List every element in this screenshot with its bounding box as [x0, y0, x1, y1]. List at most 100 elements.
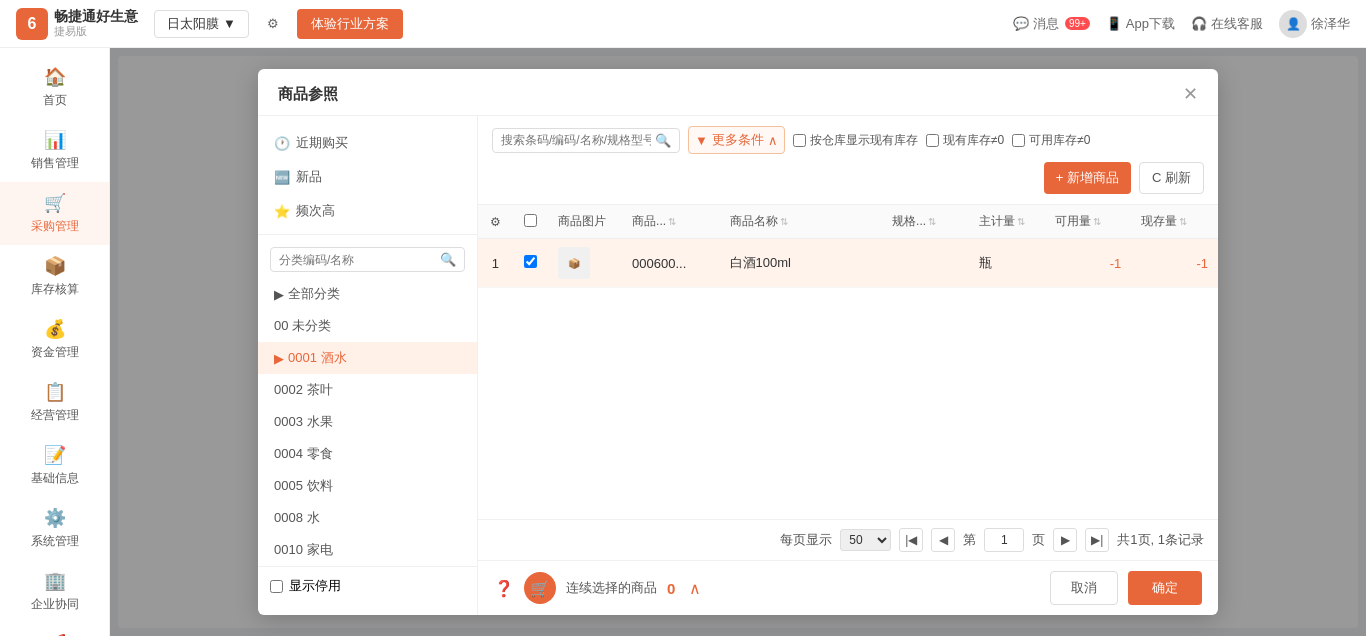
category-0003[interactable]: 0003 水果 [258, 406, 477, 438]
sidebar-item-enterprise[interactable]: 🏢 企业协同 [0, 560, 109, 623]
sidebar-item-guide[interactable]: 🚀 新手引导 [0, 623, 109, 636]
filter-label: 更多条件 [712, 131, 764, 149]
recent-purchase-item[interactable]: 🕐 近期购买 [258, 126, 477, 160]
sort-icon: ⇅ [668, 216, 676, 227]
category-0001[interactable]: ▶ 0001 酒水 [258, 342, 477, 374]
collapse-icon[interactable]: ∧ [689, 579, 701, 598]
search-icon: 🔍 [655, 133, 671, 148]
add-product-button[interactable]: + 新增商品 [1044, 162, 1131, 194]
first-page-button[interactable]: |◀ [899, 528, 923, 552]
table-row[interactable]: 1 📦 000600... 白酒100ml 瓶 [478, 239, 1218, 288]
th-settings[interactable]: ⚙ [478, 205, 513, 239]
show-disabled-checkbox[interactable] [270, 580, 283, 593]
th-unit[interactable]: 主计量⇅ [969, 205, 1045, 239]
category-00[interactable]: 00 未分类 [258, 310, 477, 342]
online-service-label: 在线客服 [1211, 15, 1263, 33]
cart-icon[interactable]: 🛒 [524, 572, 556, 604]
sidebar-item-finance[interactable]: 💰 资金管理 [0, 308, 109, 371]
recent-purchase-label: 近期购买 [296, 134, 348, 152]
operations-icon: 📋 [44, 381, 66, 403]
category-search-box[interactable]: 🔍 [270, 247, 465, 272]
per-page-select[interactable]: 10 20 50 100 [840, 529, 891, 551]
enterprise-icon: 🏢 [44, 570, 66, 592]
prev-page-button[interactable]: ◀ [931, 528, 955, 552]
th-code-label: 商品... [632, 213, 666, 230]
nav-selector[interactable]: 日太阳膜 ▼ [154, 10, 249, 38]
td-code: 000600... [622, 239, 720, 288]
product-search-input[interactable] [501, 133, 651, 147]
purchase-icon: 🛒 [44, 192, 66, 214]
product-search-box[interactable]: 🔍 [492, 128, 680, 153]
sort-icon: ⇅ [928, 216, 936, 227]
check-available-input[interactable] [926, 134, 939, 147]
new-product-item[interactable]: 🆕 新品 [258, 160, 477, 194]
category-0005[interactable]: 0005 饮料 [258, 470, 477, 502]
check-available-label[interactable]: 现有库存≠0 [926, 132, 1004, 149]
th-available[interactable]: 可用量⇅ [1045, 205, 1132, 239]
check-usable-text: 可用库存≠0 [1029, 132, 1090, 149]
continuous-select-label: 连续选择的商品 [566, 579, 657, 597]
app-download-item[interactable]: 📱 App下载 [1106, 15, 1175, 33]
modal-close-button[interactable]: ✕ [1183, 83, 1198, 105]
chevron-down-icon: ▼ [223, 16, 236, 31]
sidebar-item-label: 基础信息 [31, 470, 79, 487]
sidebar-item-inventory[interactable]: 📦 库存核算 [0, 245, 109, 308]
sidebar-item-basicinfo[interactable]: 📝 基础信息 [0, 434, 109, 497]
divider [258, 234, 477, 235]
footer-buttons: 取消 确定 [1050, 571, 1202, 605]
modal-overlay: 商品参照 ✕ 🕐 近期购买 🆕 新品 [110, 48, 1366, 636]
th-name[interactable]: 商品名称⇅ [720, 205, 883, 239]
frequent-item[interactable]: ⭐ 频次高 [258, 194, 477, 228]
category-0002[interactable]: 0002 茶叶 [258, 374, 477, 406]
table-header: ⚙ 商品图片 商品...⇅ [478, 205, 1218, 239]
main-area: 商品参照 ✕ 🕐 近期购买 🆕 新品 [110, 48, 1366, 636]
product-image: 📦 [558, 247, 590, 279]
th-stock[interactable]: 现存量⇅ [1131, 205, 1218, 239]
category-all[interactable]: ▶ 全部分类 [258, 278, 477, 310]
sales-icon: 📊 [44, 129, 66, 151]
next-page-button[interactable]: ▶ [1053, 528, 1077, 552]
new-icon: 🆕 [274, 170, 290, 185]
sidebar-item-system[interactable]: ⚙️ 系统管理 [0, 497, 109, 560]
category-0004[interactable]: 0004 零食 [258, 438, 477, 470]
logo-name: 畅捷通好生意 [54, 8, 138, 25]
check-usable-label[interactable]: 可用库存≠0 [1012, 132, 1090, 149]
category-0004-label: 0004 零食 [274, 446, 333, 461]
page-number-input[interactable] [984, 528, 1024, 552]
user-item[interactable]: 👤 徐泽华 [1279, 10, 1350, 38]
sidebar-item-label: 采购管理 [31, 218, 79, 235]
category-search-input[interactable] [279, 253, 436, 267]
sidebar-item-sales[interactable]: 📊 销售管理 [0, 119, 109, 182]
show-disabled-label[interactable]: 显示停用 [289, 577, 341, 595]
category-0010[interactable]: 0010 家电 [258, 534, 477, 566]
gear-icon[interactable]: ⚙ [257, 8, 289, 40]
sidebar-item-purchase[interactable]: 🛒 采购管理 [0, 182, 109, 245]
last-page-button[interactable]: ▶| [1085, 528, 1109, 552]
cta-button[interactable]: 体验行业方案 [297, 9, 403, 39]
th-code[interactable]: 商品...⇅ [622, 205, 720, 239]
messages-item[interactable]: 💬 消息 99+ [1013, 15, 1090, 33]
category-0008[interactable]: 0008 水 [258, 502, 477, 534]
confirm-button[interactable]: 确定 [1128, 571, 1202, 605]
check-warehouse-label[interactable]: 按仓库显示现有库存 [793, 132, 918, 149]
refresh-button[interactable]: C 刷新 [1139, 162, 1204, 194]
table-body: 1 📦 000600... 白酒100ml 瓶 [478, 239, 1218, 288]
help-icon[interactable]: ❓ [494, 579, 514, 598]
row-checkbox[interactable] [524, 255, 537, 268]
check-usable-input[interactable] [1012, 134, 1025, 147]
online-service-item[interactable]: 🎧 在线客服 [1191, 15, 1263, 33]
th-check[interactable] [513, 205, 549, 239]
system-icon: ⚙️ [44, 507, 66, 529]
select-all-checkbox[interactable] [524, 214, 537, 227]
check-warehouse-input[interactable] [793, 134, 806, 147]
filter-icon: ▼ [695, 133, 708, 148]
filter-button[interactable]: ▼ 更多条件 ∧ [688, 126, 785, 154]
sidebar-item-operations[interactable]: 📋 经营管理 [0, 371, 109, 434]
sidebar-item-home[interactable]: 🏠 首页 [0, 56, 109, 119]
td-check[interactable] [513, 239, 549, 288]
finance-icon: 💰 [44, 318, 66, 340]
cancel-button[interactable]: 取消 [1050, 571, 1118, 605]
th-spec[interactable]: 规格...⇅ [882, 205, 969, 239]
td-unit: 瓶 [969, 239, 1045, 288]
th-name-label: 商品名称 [730, 213, 778, 230]
